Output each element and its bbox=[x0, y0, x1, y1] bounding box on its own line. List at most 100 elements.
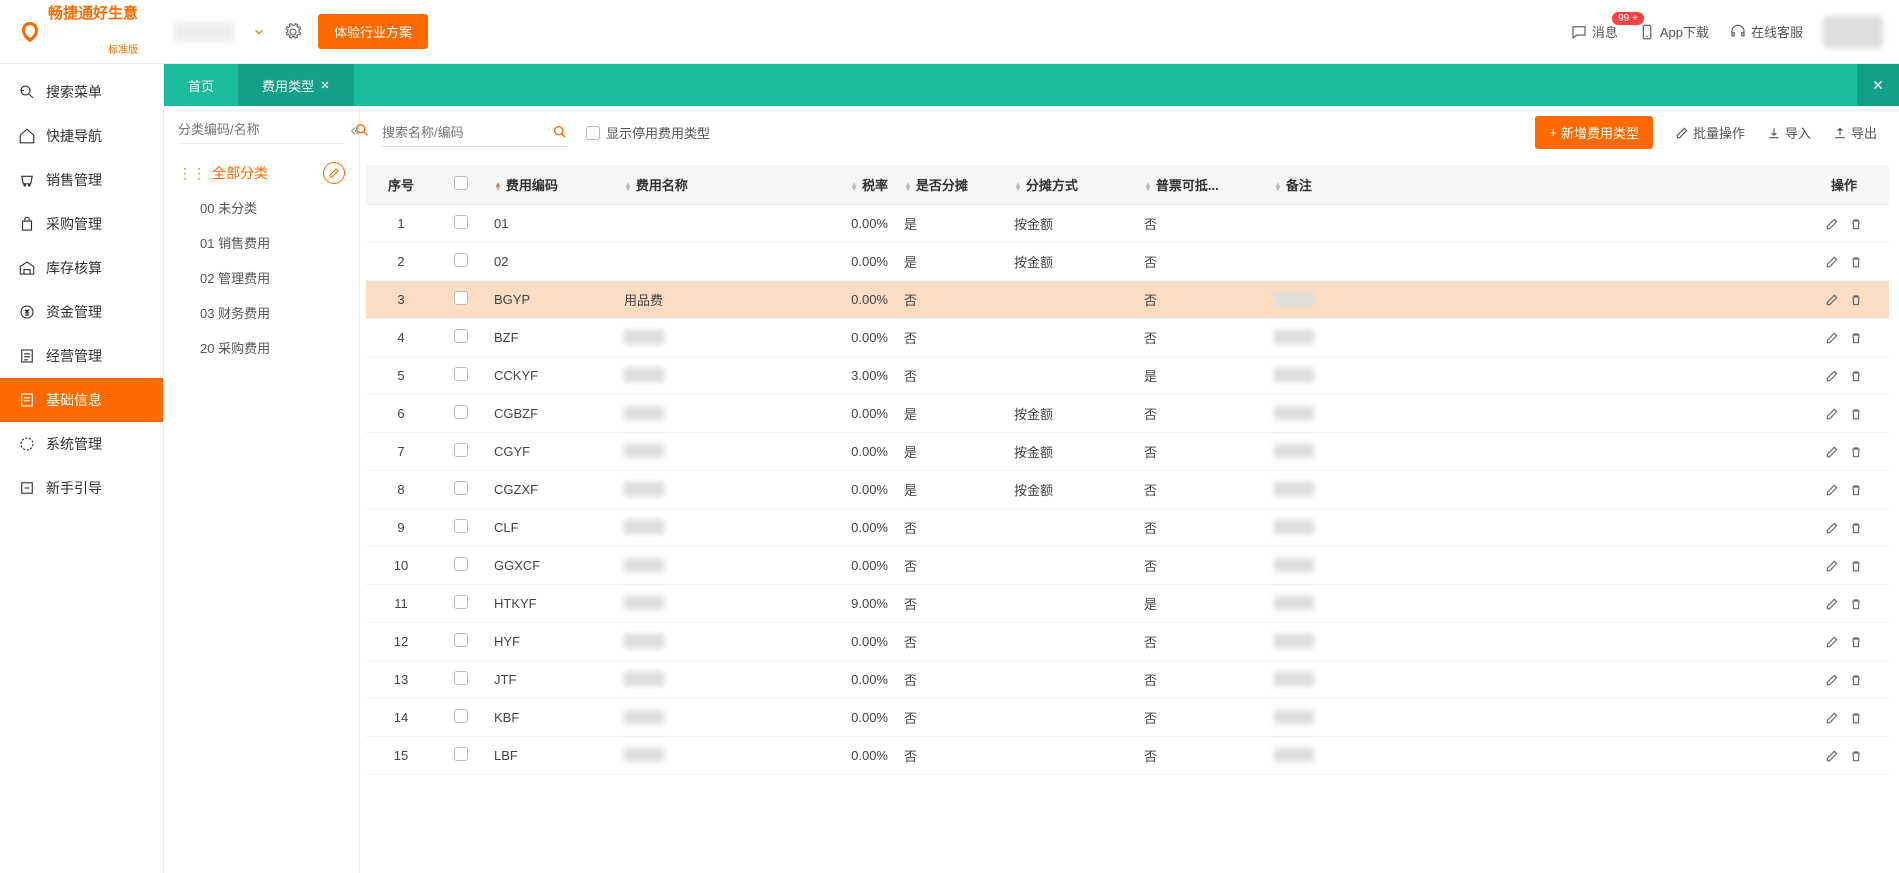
app-download-button[interactable]: App下载 bbox=[1638, 22, 1709, 41]
table-row[interactable]: 7CGYFxx0.00%是按金额否xx bbox=[366, 433, 1889, 471]
delete-icon[interactable] bbox=[1849, 407, 1863, 421]
table-row[interactable]: 8CGZXFxx0.00%是按金额否xx bbox=[366, 471, 1889, 509]
edit-icon[interactable] bbox=[1825, 445, 1839, 459]
edit-icon[interactable] bbox=[1825, 749, 1839, 763]
tab-expense-type[interactable]: 费用类型 bbox=[238, 64, 354, 106]
cell-checkbox[interactable] bbox=[436, 357, 486, 395]
cell-checkbox[interactable] bbox=[436, 205, 486, 243]
delete-icon[interactable] bbox=[1849, 749, 1863, 763]
delete-icon[interactable] bbox=[1849, 293, 1863, 307]
cell-checkbox[interactable] bbox=[436, 281, 486, 319]
edit-icon[interactable] bbox=[323, 162, 345, 184]
edit-icon[interactable] bbox=[1825, 483, 1839, 497]
edit-icon[interactable] bbox=[1825, 597, 1839, 611]
cell-checkbox[interactable] bbox=[436, 471, 486, 509]
col-remark[interactable]: ▲▼备注 bbox=[1266, 165, 1799, 205]
col-deduct[interactable]: ▲▼普票可抵... bbox=[1136, 165, 1266, 205]
collapse-icon[interactable] bbox=[347, 124, 361, 138]
edit-icon[interactable] bbox=[1825, 635, 1839, 649]
sidebar-item-guide[interactable]: 新手引导 bbox=[0, 466, 163, 510]
show-disabled-checkbox[interactable]: 显示停用费用类型 bbox=[586, 123, 710, 142]
search-icon[interactable] bbox=[552, 124, 568, 140]
sidebar-item-baseinfo[interactable]: 基础信息 bbox=[0, 378, 163, 422]
cell-checkbox[interactable] bbox=[436, 623, 486, 661]
table-row[interactable]: 5CCKYFxx3.00%否是xx bbox=[366, 357, 1889, 395]
delete-icon[interactable] bbox=[1849, 331, 1863, 345]
cell-checkbox[interactable] bbox=[436, 433, 486, 471]
edit-icon[interactable] bbox=[1825, 217, 1839, 231]
sidebar-item-management[interactable]: 经营管理 bbox=[0, 334, 163, 378]
col-rate[interactable]: ▲▼税率 bbox=[796, 165, 896, 205]
edit-icon[interactable] bbox=[1825, 255, 1839, 269]
table-row[interactable]: 15LBFxx0.00%否否xx bbox=[366, 737, 1889, 775]
col-seq[interactable]: 序号 bbox=[366, 165, 436, 205]
cell-checkbox[interactable] bbox=[436, 699, 486, 737]
tree-child[interactable]: 00 未分类 bbox=[164, 190, 359, 225]
cell-checkbox[interactable] bbox=[436, 243, 486, 281]
edit-icon[interactable] bbox=[1825, 711, 1839, 725]
col-name[interactable]: ▲▼费用名称 bbox=[616, 165, 796, 205]
delete-icon[interactable] bbox=[1849, 559, 1863, 573]
close-all-tabs[interactable] bbox=[1857, 64, 1899, 106]
tree-search[interactable] bbox=[178, 116, 345, 144]
cell-checkbox[interactable] bbox=[436, 737, 486, 775]
sidebar-item-funds[interactable]: 资金管理 bbox=[0, 290, 163, 334]
delete-icon[interactable] bbox=[1849, 369, 1863, 383]
delete-icon[interactable] bbox=[1849, 255, 1863, 269]
cell-checkbox[interactable] bbox=[436, 319, 486, 357]
cell-checkbox[interactable] bbox=[436, 547, 486, 585]
tree-child[interactable]: 03 财务费用 bbox=[164, 295, 359, 330]
table-row[interactable]: 1010.00%是按金额否 bbox=[366, 205, 1889, 243]
table-row[interactable]: 11HTKYFxx9.00%否是xx bbox=[366, 585, 1889, 623]
delete-icon[interactable] bbox=[1849, 217, 1863, 231]
sidebar-item-quicknav[interactable]: 快捷导航 bbox=[0, 114, 163, 158]
delete-icon[interactable] bbox=[1849, 445, 1863, 459]
delete-icon[interactable] bbox=[1849, 597, 1863, 611]
sidebar-item-purchase[interactable]: 采购管理 bbox=[0, 202, 163, 246]
table-row[interactable]: 2020.00%是按金额否 bbox=[366, 243, 1889, 281]
delete-icon[interactable] bbox=[1849, 521, 1863, 535]
table-row[interactable]: 12HYFxx0.00%否否xx bbox=[366, 623, 1889, 661]
cell-checkbox[interactable] bbox=[436, 661, 486, 699]
close-icon[interactable] bbox=[320, 80, 330, 90]
table-row[interactable]: 4BZFxx0.00%否否xx bbox=[366, 319, 1889, 357]
delete-icon[interactable] bbox=[1849, 635, 1863, 649]
chevron-down-icon[interactable] bbox=[252, 25, 266, 39]
table-row[interactable]: 10GGXCFxx0.00%否否xx bbox=[366, 547, 1889, 585]
delete-icon[interactable] bbox=[1849, 673, 1863, 687]
table-row[interactable]: 9CLFxx0.00%否否xx bbox=[366, 509, 1889, 547]
tab-home[interactable]: 首页 bbox=[164, 64, 238, 106]
sidebar-item-search[interactable]: 搜索菜单 bbox=[0, 70, 163, 114]
batch-button[interactable]: 批量操作 bbox=[1675, 123, 1745, 142]
col-mode[interactable]: ▲▼分摊方式 bbox=[1006, 165, 1136, 205]
col-code[interactable]: ▲▼费用编码 bbox=[486, 165, 616, 205]
sidebar-item-system[interactable]: 系统管理 bbox=[0, 422, 163, 466]
cell-checkbox[interactable] bbox=[436, 585, 486, 623]
edit-icon[interactable] bbox=[1825, 331, 1839, 345]
avatar[interactable] bbox=[1823, 16, 1883, 48]
import-button[interactable]: 导入 bbox=[1767, 123, 1811, 142]
tree-child[interactable]: 02 管理费用 bbox=[164, 260, 359, 295]
tree-child[interactable]: 01 销售费用 bbox=[164, 225, 359, 260]
delete-icon[interactable] bbox=[1849, 711, 1863, 725]
tree-root[interactable]: ⋮⋮ 全部分类 bbox=[164, 156, 359, 190]
sidebar-item-inventory[interactable]: 库存核算 bbox=[0, 246, 163, 290]
messages-button[interactable]: 消息 99 + bbox=[1570, 22, 1618, 41]
col-checkbox[interactable] bbox=[436, 165, 486, 205]
col-allocate[interactable]: ▲▼是否分摊 bbox=[896, 165, 1006, 205]
edit-icon[interactable] bbox=[1825, 559, 1839, 573]
delete-icon[interactable] bbox=[1849, 483, 1863, 497]
cell-checkbox[interactable] bbox=[436, 395, 486, 433]
add-button[interactable]: +新增费用类型 bbox=[1535, 116, 1653, 149]
gear-icon[interactable] bbox=[284, 23, 302, 41]
edit-icon[interactable] bbox=[1825, 369, 1839, 383]
org-selector[interactable] bbox=[174, 22, 234, 42]
table-row[interactable]: 3BGYP用品费0.00%否否xx bbox=[366, 281, 1889, 319]
edit-icon[interactable] bbox=[1825, 521, 1839, 535]
tree-child[interactable]: 20 采购费用 bbox=[164, 330, 359, 365]
table-row[interactable]: 14KBFxx0.00%否否xx bbox=[366, 699, 1889, 737]
cell-checkbox[interactable] bbox=[436, 509, 486, 547]
table-row[interactable]: 13JTFxx0.00%否否xx bbox=[366, 661, 1889, 699]
sidebar-item-sales[interactable]: 销售管理 bbox=[0, 158, 163, 202]
edit-icon[interactable] bbox=[1825, 293, 1839, 307]
